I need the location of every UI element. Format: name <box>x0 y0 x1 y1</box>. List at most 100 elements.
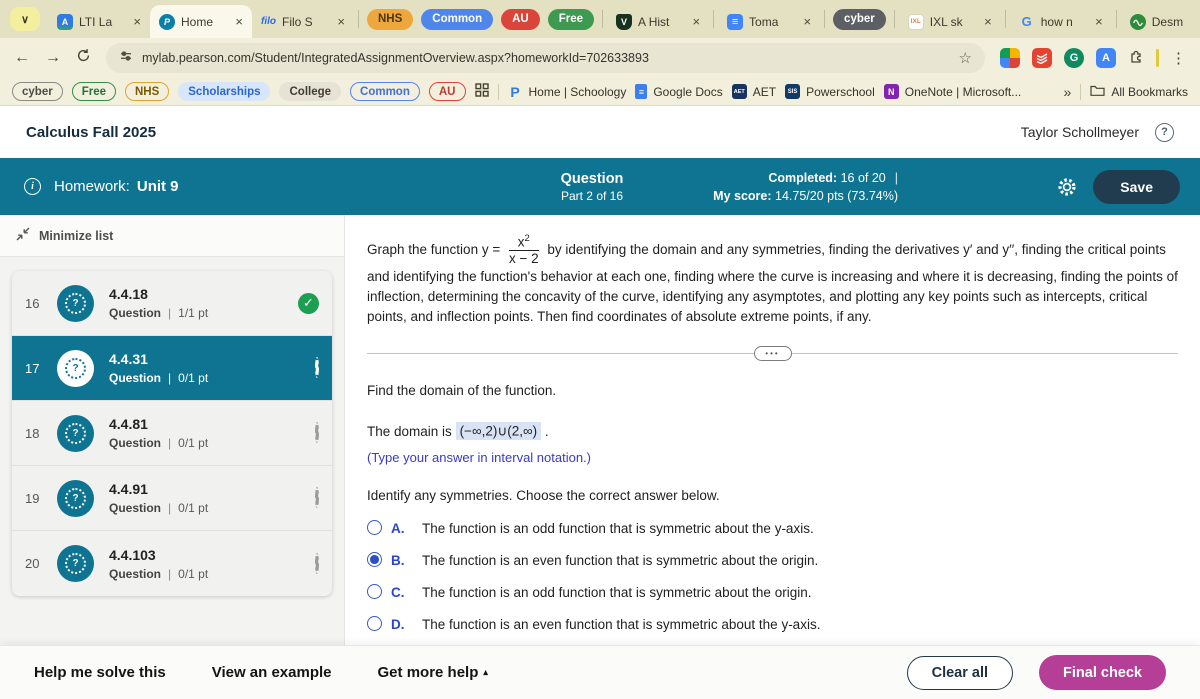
get-more-help-link[interactable]: Get more help ▴ <box>378 664 488 681</box>
tab-history[interactable]: V A Hist × <box>607 5 709 38</box>
question-item-17-selected[interactable]: 17 ? 4.4.31 Question | 0/1 pt <box>12 336 332 401</box>
score-divider: | <box>894 170 898 185</box>
question-number: 16 <box>25 295 40 311</box>
extensions-row: G A ⋮ <box>1000 48 1186 69</box>
tab-separator <box>893 10 895 28</box>
final-check-button[interactable]: Final check <box>1039 655 1166 690</box>
bookmark-group-common[interactable]: Common <box>350 82 420 101</box>
browser-menu-icon[interactable]: ⋮ <box>1171 49 1186 67</box>
all-bookmarks-button[interactable]: All Bookmarks <box>1090 84 1188 99</box>
minimize-list-button[interactable]: Minimize list <box>0 215 344 257</box>
question-item-19[interactable]: 19 ? 4.4.91 Question | 0/1 pt <box>12 466 332 531</box>
tab-label: Desm <box>1151 14 1184 29</box>
apps-grid-icon[interactable] <box>474 83 489 100</box>
exercise-code: 4.4.31 <box>109 351 148 367</box>
bookmark-aet[interactable]: AET AET <box>731 84 777 99</box>
tab-group-nhs[interactable]: NHS <box>367 8 414 30</box>
bookmark-onenote[interactable]: N OneNote | Microsoft... <box>883 84 1021 99</box>
radio-button[interactable] <box>367 616 382 632</box>
tab-separator <box>1115 10 1117 28</box>
extensions-puzzle-icon[interactable] <box>1128 48 1144 69</box>
google-docs-icon: ≡ <box>635 84 648 99</box>
option-a[interactable]: A. The function is an odd function that … <box>367 519 1178 539</box>
clear-all-button[interactable]: Clear all <box>906 655 1014 690</box>
question-badge-icon: ? <box>57 349 94 387</box>
item-points: 1/1 pt <box>178 306 209 320</box>
meta-divider: | <box>168 566 172 581</box>
bookmark-group-nhs[interactable]: NHS <box>124 82 170 101</box>
bookmark-google-docs[interactable]: ≡ Google Docs <box>635 84 723 99</box>
domain-period: . <box>544 423 549 439</box>
tab-close-icon[interactable]: × <box>803 14 811 29</box>
radio-button[interactable] <box>367 519 382 535</box>
question-divider: ••• <box>367 346 1178 362</box>
question-mark-icon: ? <box>65 487 86 509</box>
tab-group-au[interactable]: AU <box>501 8 540 30</box>
tab-separator <box>1004 10 1006 28</box>
user-name[interactable]: Taylor Schollmeyer <box>1021 124 1139 140</box>
site-info-icon[interactable] <box>119 49 133 68</box>
grammarly-extension-icon[interactable]: G <box>1064 48 1084 68</box>
bookmark-schoology[interactable]: P Home | Schoology <box>508 84 626 100</box>
question-item-16[interactable]: 16 ? 4.4.18 Question | 1/1 pt ✓ <box>12 271 332 336</box>
tab-filo[interactable]: filo Filo S × <box>252 5 354 38</box>
completed-label: Completed: <box>768 170 838 185</box>
tab-desmos[interactable]: Desm × <box>1121 5 1200 38</box>
bookmark-label: All Bookmarks <box>1111 84 1188 99</box>
bookmark-group-cyber[interactable]: cyber <box>12 82 63 101</box>
bookmark-group-au[interactable]: AU <box>428 82 466 101</box>
tab-close-icon[interactable]: × <box>692 14 700 29</box>
forward-icon[interactable]: → <box>45 49 61 67</box>
translate-extension-icon[interactable]: A <box>1096 48 1116 68</box>
calculator-extension-icon[interactable] <box>1000 48 1020 68</box>
help-me-solve-link[interactable]: Help me solve this <box>34 664 166 681</box>
tab-lti[interactable]: A LTI La × <box>48 5 150 38</box>
tab-search-button[interactable]: ∨ <box>10 7 40 31</box>
tab-close-icon[interactable]: × <box>235 14 243 29</box>
bookmark-group-college[interactable]: College <box>279 82 342 101</box>
bookmarks-overflow-icon[interactable]: » <box>1064 84 1072 100</box>
tab-close-icon[interactable]: × <box>337 14 345 29</box>
exponent: 2 <box>524 233 530 244</box>
tab-home-active[interactable]: P Home × <box>150 5 252 38</box>
help-icon[interactable]: ? <box>1155 122 1174 142</box>
option-text: The function is an odd function that is … <box>422 520 814 536</box>
todoist-extension-icon[interactable] <box>1032 48 1052 68</box>
option-c[interactable]: C. The function is an odd function that … <box>367 583 1178 603</box>
back-icon[interactable]: ← <box>14 49 30 67</box>
question-mark-icon: ? <box>65 422 86 444</box>
question-item-18[interactable]: 18 ? 4.4.81 Question | 0/1 pt <box>12 401 332 466</box>
settings-gear-icon[interactable] <box>1056 176 1078 198</box>
bookmark-powerschool[interactable]: SIS Powerschool <box>785 84 875 99</box>
tab-close-icon[interactable]: × <box>984 14 992 29</box>
bookmark-group-free[interactable]: Free <box>71 82 116 101</box>
tab-close-icon[interactable]: × <box>133 14 141 29</box>
option-b-selected[interactable]: B. The function is an even function that… <box>367 551 1178 571</box>
tab-group-cyber[interactable]: cyber <box>833 8 886 30</box>
tab-ixl[interactable]: IXL IXL sk × <box>899 5 1001 38</box>
info-icon[interactable]: i <box>24 178 41 195</box>
radio-button-selected[interactable] <box>367 551 382 567</box>
tab-close-icon[interactable]: × <box>1095 14 1103 29</box>
tab-toma[interactable]: ≡ Toma × <box>718 5 820 38</box>
bookmark-star-icon[interactable]: ☆ <box>959 49 972 67</box>
option-d[interactable]: D. The function is an even function that… <box>367 615 1178 635</box>
address-bar[interactable]: mylab.pearson.com/Student/IntegratedAssi… <box>106 43 985 73</box>
reload-icon[interactable] <box>76 48 91 68</box>
bookmark-label: Powerschool <box>806 84 875 99</box>
save-button[interactable]: Save <box>1093 169 1180 204</box>
bookmark-label: AET <box>752 84 777 99</box>
bookmark-group-scholarships[interactable]: Scholarships <box>178 82 271 101</box>
tab-group-free[interactable]: Free <box>547 8 595 30</box>
score-label: My score: <box>713 188 772 203</box>
view-example-link[interactable]: View an example <box>212 664 332 681</box>
tab-google-search[interactable]: G how n × <box>1010 5 1112 38</box>
question-item-20[interactable]: 20 ? 4.4.103 Question | 0/1 pt <box>12 531 332 596</box>
tab-group-common[interactable]: Common <box>421 8 494 30</box>
expand-question-pill[interactable]: ••• <box>753 346 792 362</box>
radio-button[interactable] <box>367 584 382 600</box>
domain-answer-field[interactable]: (−∞,2)∪(2,∞) <box>455 422 542 441</box>
tab-label: Home <box>181 14 214 29</box>
url-text[interactable]: mylab.pearson.com/Student/IntegratedAssi… <box>142 51 950 65</box>
tab-strip: ∨ A LTI La × P Home × filo Filo S × NHS … <box>0 0 1200 38</box>
